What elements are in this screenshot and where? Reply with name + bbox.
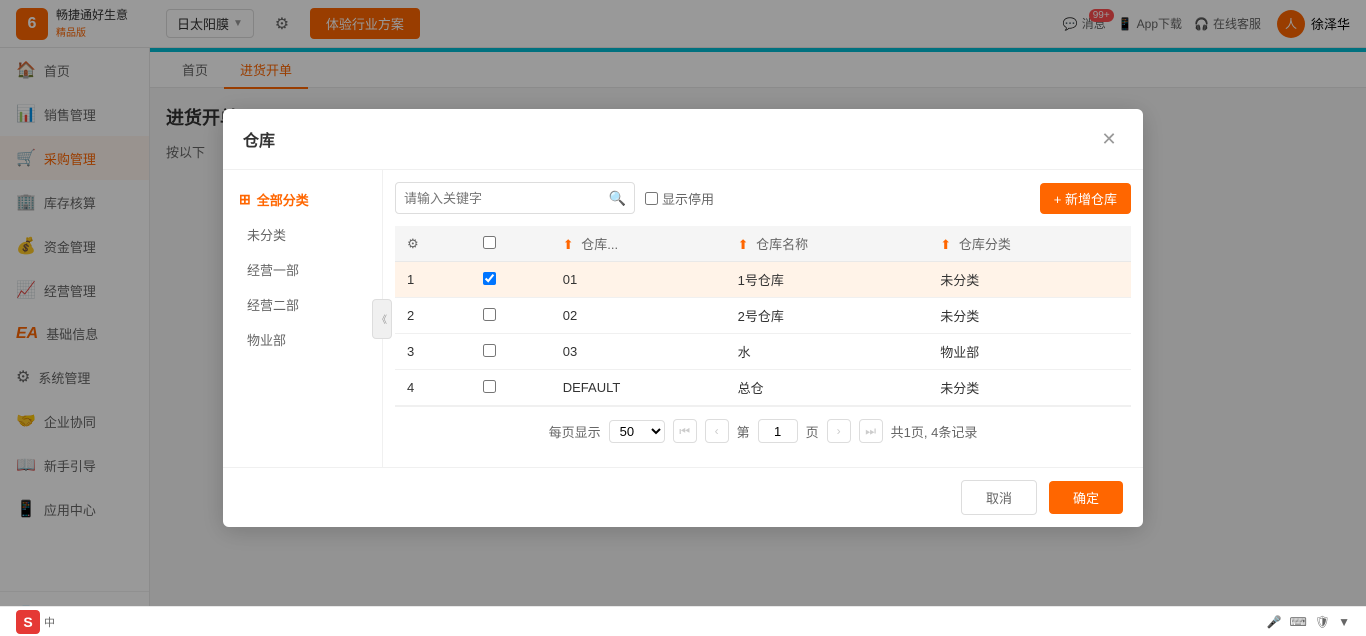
row-code: 01: [551, 262, 726, 298]
warehouse-table: ⚙ ⬆ 仓库... ⬆ 仓库名称: [395, 226, 1131, 406]
s-logo-icon: S: [16, 610, 40, 634]
modal-body: ⊞ 全部分类 未分类 经营一部 经营二部 物业部 《: [223, 170, 1143, 467]
sort-name-icon: ⬆: [738, 237, 749, 252]
row-checkbox[interactable]: [471, 370, 550, 406]
grid-icon: ⊞: [239, 191, 251, 208]
row-num: 4: [395, 370, 471, 406]
table-row[interactable]: 2 02 2号仓库 未分类: [395, 298, 1131, 334]
modal-overlay: 仓库 ✕ ⊞ 全部分类 未分类 经营一部 经营二部 物业: [0, 0, 1366, 636]
row-category: 未分类: [928, 370, 1131, 406]
show-disabled-label[interactable]: 显示停用: [645, 189, 714, 208]
category-all[interactable]: ⊞ 全部分类: [223, 182, 382, 217]
table-container: ⚙ ⬆ 仓库... ⬆ 仓库名称: [395, 226, 1131, 406]
last-page-button[interactable]: ⏭: [859, 419, 883, 443]
page-unit: 页: [806, 422, 819, 441]
sort-icon: ⬆: [563, 237, 574, 252]
bottom-logo: S 中: [16, 610, 55, 634]
col-name: ⬆ 仓库名称: [726, 226, 929, 262]
table-header: ⚙ ⬆ 仓库... ⬆ 仓库名称: [395, 226, 1131, 262]
row-name: 总仓: [726, 370, 929, 406]
warehouse-modal: 仓库 ✕ ⊞ 全部分类 未分类 经营一部 经营二部 物业: [223, 109, 1143, 527]
total-info: 共1页, 4条记录: [891, 422, 978, 441]
row-code: 03: [551, 334, 726, 370]
row-name: 2号仓库: [726, 298, 929, 334]
modal-title: 仓库: [243, 127, 275, 151]
row-category: 未分类: [928, 262, 1131, 298]
row-checkbox[interactable]: [471, 298, 550, 334]
table-row[interactable]: 3 03 水 物业部: [395, 334, 1131, 370]
modal-close-button[interactable]: ✕: [1095, 125, 1123, 153]
row-code: 02: [551, 298, 726, 334]
confirm-button[interactable]: 确定: [1049, 481, 1123, 514]
collapse-panel-button[interactable]: 《: [372, 299, 392, 339]
bottom-icon-mic[interactable]: 🎤: [1267, 615, 1282, 629]
row-num: 2: [395, 298, 471, 334]
modal-category-panel: ⊞ 全部分类 未分类 经营一部 经营二部 物业部 《: [223, 170, 383, 467]
table-row[interactable]: 4 DEFAULT 总仓 未分类: [395, 370, 1131, 406]
category-item-uncategorized[interactable]: 未分类: [223, 217, 382, 252]
modal-header: 仓库 ✕: [223, 109, 1143, 170]
bottom-brand: 中: [44, 614, 55, 630]
row-category: 未分类: [928, 298, 1131, 334]
col-checkbox: [471, 226, 550, 262]
table-body: 1 01 1号仓库 未分类 2 02 2号仓库 未分类 3 03 水 物业部 4…: [395, 262, 1131, 406]
cancel-button[interactable]: 取消: [961, 480, 1037, 515]
category-item-property[interactable]: 物业部: [223, 322, 382, 357]
category-item-dept1[interactable]: 经营一部: [223, 252, 382, 287]
page-number-input[interactable]: [758, 419, 798, 443]
row-category: 物业部: [928, 334, 1131, 370]
select-all-checkbox[interactable]: [483, 236, 496, 249]
bottom-icon-arrow[interactable]: ▼: [1338, 615, 1350, 629]
sort-cat-icon: ⬆: [940, 237, 951, 252]
bottom-icon-shield[interactable]: 🛡: [1315, 615, 1330, 629]
per-page-select[interactable]: 50 100: [609, 420, 665, 443]
col-category: ⬆ 仓库分类: [928, 226, 1131, 262]
row-name: 1号仓库: [726, 262, 929, 298]
search-box: 🔍: [395, 182, 635, 214]
bottom-icon-keyboard[interactable]: ⌨: [1290, 615, 1307, 629]
modal-toolbar: 🔍 显示停用 + 新增仓库: [395, 182, 1131, 214]
page-label: 第: [737, 422, 750, 441]
per-page-label: 每页显示: [549, 422, 601, 441]
search-icon[interactable]: 🔍: [609, 190, 626, 207]
col-code: ⬆ 仓库...: [551, 226, 726, 262]
next-page-button[interactable]: ›: [827, 419, 851, 443]
show-disabled-checkbox[interactable]: [645, 192, 658, 205]
prev-page-button[interactable]: ‹: [705, 419, 729, 443]
col-settings: ⚙: [395, 226, 471, 262]
row-code: DEFAULT: [551, 370, 726, 406]
row-num: 1: [395, 262, 471, 298]
modal-right-panel: 🔍 显示停用 + 新增仓库 ⚙: [383, 170, 1143, 467]
row-name: 水: [726, 334, 929, 370]
row-checkbox[interactable]: [471, 262, 550, 298]
search-input[interactable]: [404, 191, 609, 206]
first-page-button[interactable]: ⏮: [673, 419, 697, 443]
modal-footer: 取消 确定: [223, 467, 1143, 527]
row-checkbox[interactable]: [471, 334, 550, 370]
row-num: 3: [395, 334, 471, 370]
category-item-dept2[interactable]: 经营二部: [223, 287, 382, 322]
bottom-bar: S 中 🎤 ⌨ 🛡 ▼: [0, 606, 1366, 636]
category-all-label: 全部分类: [257, 190, 309, 209]
pagination: 每页显示 50 100 ⏮ ‹ 第 页 › ⏭ 共1页, 4条记录: [395, 406, 1131, 455]
settings-icon[interactable]: ⚙: [407, 236, 419, 251]
table-row[interactable]: 1 01 1号仓库 未分类: [395, 262, 1131, 298]
add-warehouse-button[interactable]: + 新增仓库: [1040, 183, 1131, 214]
